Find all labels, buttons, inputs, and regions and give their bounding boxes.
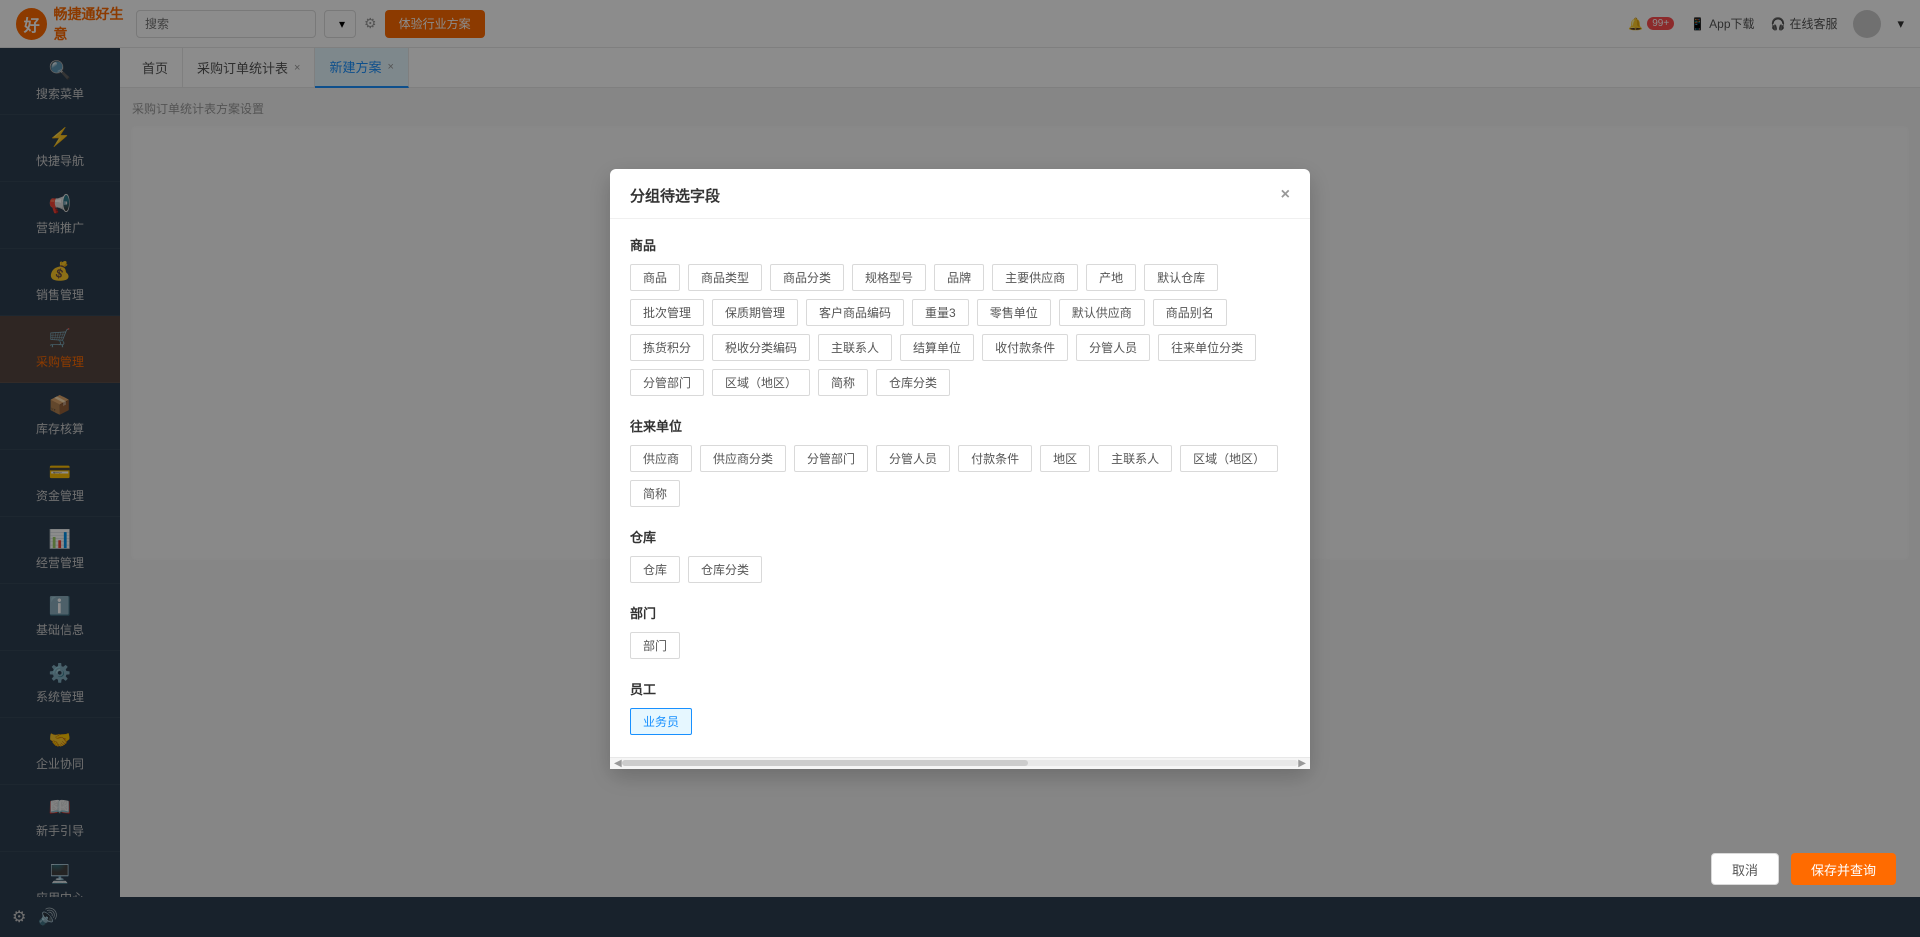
field-tag-1-7[interactable]: 区域（地区） — [1180, 445, 1278, 472]
section-title-1: 往来单位 — [630, 416, 1290, 435]
field-section-1: 往来单位供应商供应商分类分管部门分管人员付款条件地区主联系人区域（地区） 简称 — [630, 416, 1290, 507]
modal: 分组待选字段 × 商品商品商品类型商品分类规格型号品牌主要供应商产地默认仓库批次… — [610, 169, 1310, 769]
field-tag-0-22[interactable]: 分管部门 — [630, 369, 704, 396]
field-tag-0-15[interactable]: 拣货积分 — [630, 334, 704, 361]
field-section-3: 部门部门 — [630, 603, 1290, 659]
section-title-3: 部门 — [630, 603, 1290, 622]
section-title-0: 商品 — [630, 235, 1290, 254]
section-title-4: 员工 — [630, 679, 1290, 698]
modal-body[interactable]: 商品商品商品类型商品分类规格型号品牌主要供应商产地默认仓库批次管理保质期管理客户… — [610, 219, 1310, 757]
field-tag-1-5[interactable]: 地区 — [1040, 445, 1090, 472]
field-tag-0-13[interactable]: 默认供应商 — [1059, 299, 1145, 326]
modal-footer-bar: 取消 保存并查询 — [0, 841, 1920, 897]
field-tag-0-10[interactable]: 客户商品编码 — [806, 299, 904, 326]
field-tag-0-2[interactable]: 商品分类 — [770, 264, 844, 291]
modal-title: 分组待选字段 — [630, 185, 720, 206]
field-section-2: 仓库仓库仓库分类 — [630, 527, 1290, 583]
field-tags-4: 业务员 — [630, 708, 1290, 735]
field-tags-1: 供应商供应商分类分管部门分管人员付款条件地区主联系人区域（地区） 简称 — [630, 445, 1290, 507]
cancel-button[interactable]: 取消 — [1711, 853, 1779, 885]
field-tag-0-24[interactable]: 简称 — [818, 369, 868, 396]
field-tag-0-25[interactable]: 仓库分类 — [876, 369, 950, 396]
field-tag-1-8[interactable]: 简称 — [630, 480, 680, 507]
field-tags-2: 仓库仓库分类 — [630, 556, 1290, 583]
modal-overlay: 分组待选字段 × 商品商品商品类型商品分类规格型号品牌主要供应商产地默认仓库批次… — [0, 0, 1920, 937]
field-tag-0-8[interactable]: 批次管理 — [630, 299, 704, 326]
field-tag-0-19[interactable]: 收付款条件 — [982, 334, 1068, 361]
field-tag-0-17[interactable]: 主联系人 — [818, 334, 892, 361]
field-tag-4-0[interactable]: 业务员 — [630, 708, 692, 735]
field-tag-0-6[interactable]: 产地 — [1086, 264, 1136, 291]
field-tag-0-7[interactable]: 默认仓库 — [1144, 264, 1218, 291]
field-tag-1-3[interactable]: 分管人员 — [876, 445, 950, 472]
modal-header: 分组待选字段 × — [610, 169, 1310, 219]
scrollbar-thumb — [622, 760, 1028, 766]
field-section-4: 员工业务员 — [630, 679, 1290, 735]
field-tag-1-2[interactable]: 分管部门 — [794, 445, 868, 472]
confirm-button[interactable]: 保存并查询 — [1791, 853, 1896, 885]
field-tag-0-12[interactable]: 零售单位 — [977, 299, 1051, 326]
field-tag-2-1[interactable]: 仓库分类 — [688, 556, 762, 583]
field-tags-3: 部门 — [630, 632, 1290, 659]
field-tag-0-18[interactable]: 结算单位 — [900, 334, 974, 361]
field-tag-3-0[interactable]: 部门 — [630, 632, 680, 659]
modal-horizontal-scrollbar[interactable]: ◀ ▶ — [610, 757, 1310, 769]
field-tag-1-6[interactable]: 主联系人 — [1098, 445, 1172, 472]
field-tag-0-20[interactable]: 分管人员 — [1076, 334, 1150, 361]
field-tag-0-16[interactable]: 税收分类编码 — [712, 334, 810, 361]
field-tags-0: 商品商品类型商品分类规格型号品牌主要供应商产地默认仓库批次管理保质期管理客户商品… — [630, 264, 1290, 396]
field-tag-0-3[interactable]: 规格型号 — [852, 264, 926, 291]
scroll-left-arrow[interactable]: ◀ — [614, 758, 622, 769]
scroll-right-arrow[interactable]: ▶ — [1298, 758, 1306, 769]
modal-close-btn[interactable]: × — [1281, 186, 1290, 204]
scrollbar-track — [622, 760, 1299, 766]
field-tag-0-14[interactable]: 商品别名 — [1153, 299, 1227, 326]
field-section-0: 商品商品商品类型商品分类规格型号品牌主要供应商产地默认仓库批次管理保质期管理客户… — [630, 235, 1290, 396]
field-tag-2-0[interactable]: 仓库 — [630, 556, 680, 583]
field-tag-0-9[interactable]: 保质期管理 — [712, 299, 798, 326]
field-tag-1-0[interactable]: 供应商 — [630, 445, 692, 472]
field-tag-0-21[interactable]: 往来单位分类 — [1158, 334, 1256, 361]
field-tag-0-4[interactable]: 品牌 — [934, 264, 984, 291]
field-tag-0-11[interactable]: 重量3 — [912, 299, 969, 326]
field-tag-1-4[interactable]: 付款条件 — [958, 445, 1032, 472]
field-tag-1-1[interactable]: 供应商分类 — [700, 445, 786, 472]
field-tag-0-23[interactable]: 区域（地区） — [712, 369, 810, 396]
field-tag-0-0[interactable]: 商品 — [630, 264, 680, 291]
field-tag-0-1[interactable]: 商品类型 — [688, 264, 762, 291]
field-tag-0-5[interactable]: 主要供应商 — [992, 264, 1078, 291]
section-title-2: 仓库 — [630, 527, 1290, 546]
